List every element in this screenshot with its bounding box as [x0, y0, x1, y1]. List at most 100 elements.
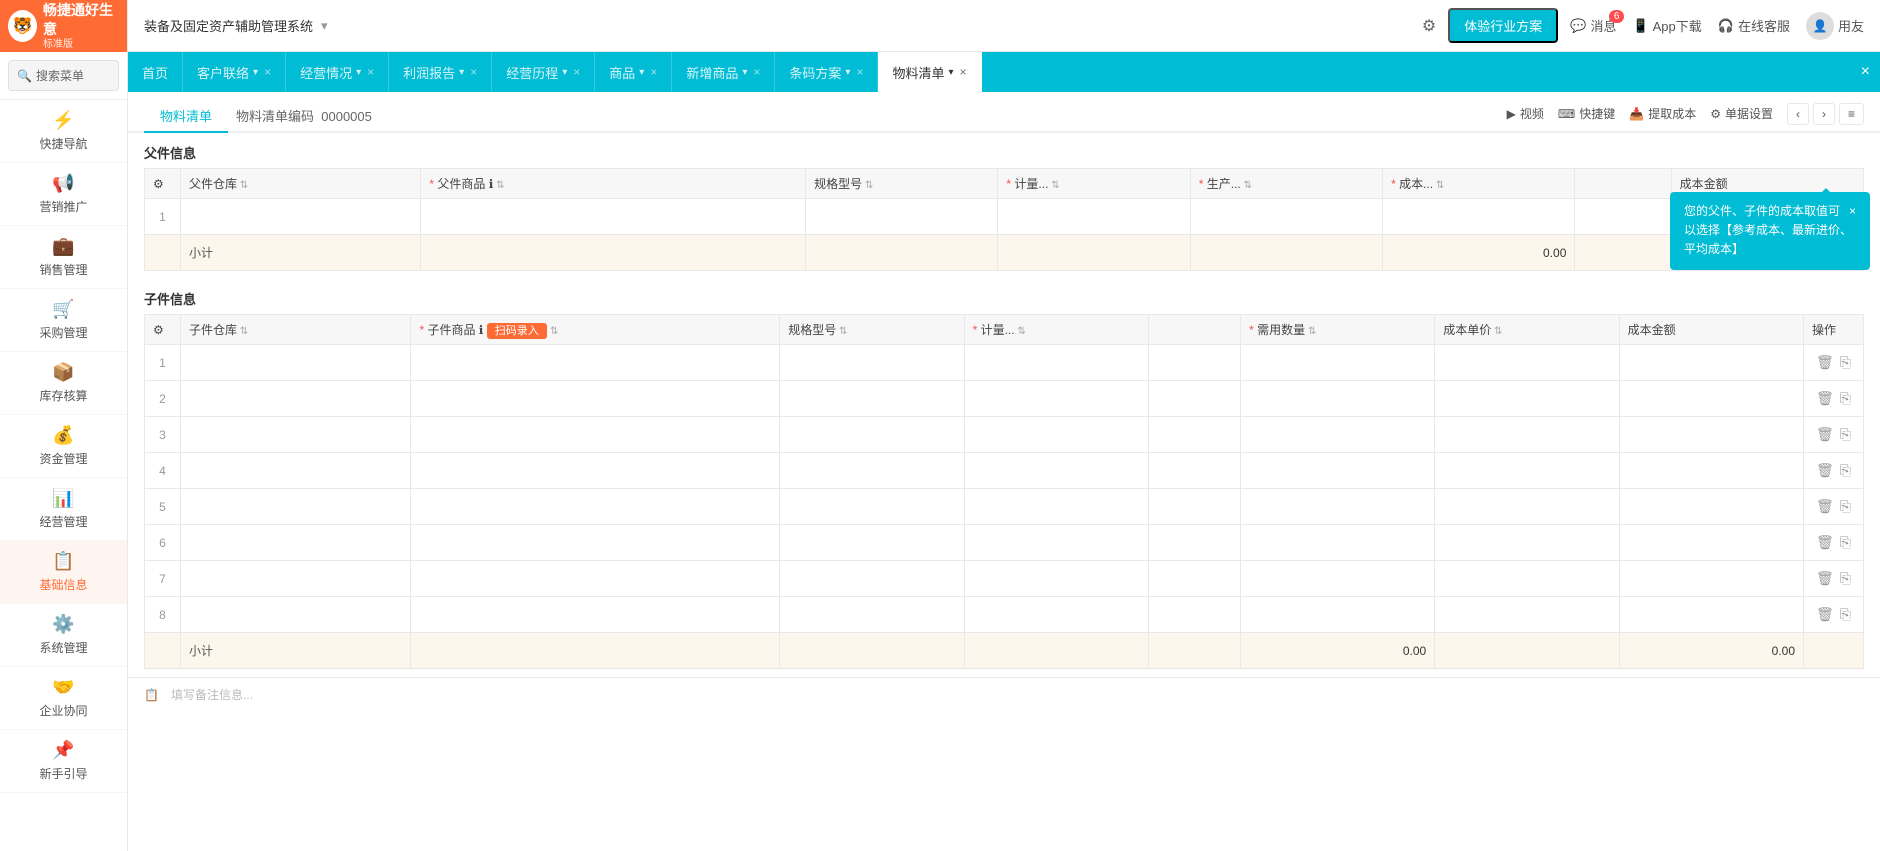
purchase-icon: 🛒: [52, 299, 74, 320]
operations-icon: 📊: [52, 488, 74, 509]
parent-col-spec[interactable]: 规格型号: [806, 169, 998, 199]
child-col-warehouse[interactable]: 子件仓库: [181, 315, 411, 345]
parent-col-prod[interactable]: * 生产...: [1190, 169, 1382, 199]
tab-ops-status[interactable]: 经营情况 ▾ ×: [286, 52, 389, 92]
sidebar-item-label: 采购管理: [39, 324, 87, 341]
sidebar-item-purchase[interactable]: 🛒 采购管理: [0, 289, 127, 352]
tab-profit-close[interactable]: ×: [470, 65, 477, 79]
delete-icon[interactable]: 🗑: [1816, 570, 1834, 587]
copy-icon[interactable]: ⎘: [1840, 570, 1851, 587]
delete-icon[interactable]: 🗑: [1816, 498, 1834, 515]
copy-icon[interactable]: ⎘: [1840, 606, 1851, 623]
parent-row-prod[interactable]: [1190, 199, 1382, 235]
parent-row-warehouse[interactable]: [181, 199, 421, 235]
message-button[interactable]: 💬 消息 6: [1570, 16, 1616, 35]
parent-col-qty[interactable]: * 计量...: [998, 169, 1190, 199]
extract-cost-btn[interactable]: 📥 提取成本: [1629, 105, 1696, 122]
shortcut-label: 快捷键: [1579, 105, 1615, 122]
child-col-qty[interactable]: * 计量...: [964, 315, 1148, 345]
child-row-1-product[interactable]: [411, 345, 780, 381]
parent-row-spec[interactable]: [806, 199, 998, 235]
copy-icon[interactable]: ⎘: [1840, 390, 1851, 407]
delete-icon[interactable]: 🗑: [1816, 426, 1834, 443]
shortcut-btn[interactable]: ⌨ 快捷键: [1558, 105, 1615, 122]
tab-bom-close[interactable]: ×: [960, 65, 967, 79]
delete-icon[interactable]: 🗑: [1816, 354, 1834, 371]
trial-button[interactable]: 体验行业方案: [1448, 8, 1558, 43]
app-download-button[interactable]: 📱 App下载: [1632, 16, 1701, 35]
sidebar-item-operations[interactable]: 📊 经营管理: [0, 478, 127, 541]
copy-icon[interactable]: ⎘: [1840, 354, 1851, 371]
parent-col-cost[interactable]: * 成本...: [1383, 169, 1575, 199]
child-col-need-qty[interactable]: * 需用数量: [1241, 315, 1435, 345]
single-settings-btn[interactable]: ⚙ 单据设置: [1710, 105, 1773, 122]
sidebar-search[interactable]: 🔍 搜索菜单: [0, 52, 127, 100]
sidebar-item-quick-nav[interactable]: ⚡ 快捷导航: [0, 100, 127, 163]
sidebar-item-enterprise[interactable]: 🤝 企业协同: [0, 667, 127, 730]
delete-icon[interactable]: 🗑: [1816, 606, 1834, 623]
child-col-unit-cost[interactable]: 成本单价: [1435, 315, 1619, 345]
tab-customer-close[interactable]: ×: [264, 65, 271, 79]
parent-section-title: 父件信息: [144, 133, 1864, 168]
parent-col-warehouse[interactable]: 父件仓库: [181, 169, 421, 199]
tab-barcode-close[interactable]: ×: [856, 65, 863, 79]
list-view-btn[interactable]: ≡: [1839, 103, 1864, 125]
child-row-1-warehouse[interactable]: [181, 345, 411, 381]
scan-input-btn[interactable]: 扫码录入: [487, 323, 547, 339]
tab-new-goods-label: 新增商品: [686, 63, 738, 82]
sidebar-item-marketing[interactable]: 📢 营销推广: [0, 163, 127, 226]
tab-ops-status-arrow: ▾: [356, 67, 361, 78]
child-row-1-unit-cost[interactable]: [1435, 345, 1619, 381]
sidebar-item-label: 营销推广: [39, 198, 87, 215]
tab-profit[interactable]: 利润报告 ▾ ×: [389, 52, 492, 92]
tab-new-goods[interactable]: 新增商品 ▾ ×: [672, 52, 775, 92]
tab-bom[interactable]: 物料清单 ▾ ×: [878, 52, 981, 92]
tooltip-close-btn[interactable]: ×: [1849, 202, 1856, 221]
tab-history[interactable]: 经营历程 ▾ ×: [492, 52, 595, 92]
tab-goods[interactable]: 商品 ▾ ×: [595, 52, 672, 92]
child-col-product[interactable]: * 子件商品 ℹ 扫码录入: [411, 315, 780, 345]
parent-row-qty[interactable]: [998, 199, 1190, 235]
bottom-note-hint[interactable]: 填写备注信息...: [171, 686, 253, 703]
delete-icon[interactable]: 🗑: [1816, 534, 1834, 551]
copy-icon[interactable]: ⎘: [1840, 462, 1851, 479]
table-row: 2 🗑⎘: [145, 381, 1864, 417]
child-row-1-need-qty[interactable]: [1241, 345, 1435, 381]
sub-tab-bom-list[interactable]: 物料清单: [144, 100, 228, 133]
sidebar-item-finance[interactable]: 💰 资金管理: [0, 415, 127, 478]
tab-barcode[interactable]: 条码方案 ▾ ×: [775, 52, 878, 92]
sidebar-item-system[interactable]: ⚙️ 系统管理: [0, 604, 127, 667]
user-button[interactable]: 👤 用友: [1806, 12, 1864, 40]
sidebar-item-basic[interactable]: 📋 基础信息: [0, 541, 127, 604]
service-button[interactable]: 🎧 在线客服: [1718, 16, 1790, 35]
gear-icon[interactable]: ⚙: [1422, 16, 1436, 36]
dropdown-arrow-icon[interactable]: ▾: [321, 18, 328, 34]
tab-customer[interactable]: 客户联络 ▾ ×: [183, 52, 286, 92]
tab-home[interactable]: 首页: [128, 52, 183, 92]
copy-icon[interactable]: ⎘: [1840, 534, 1851, 551]
parent-row-product[interactable]: [421, 199, 806, 235]
sidebar-item-guide[interactable]: 📌 新手引导: [0, 730, 127, 793]
parent-col-product[interactable]: * 父件商品 ℹ: [421, 169, 806, 199]
tabbar-close-all[interactable]: ×: [1851, 63, 1880, 81]
parent-row-extra: [1575, 199, 1671, 235]
table-row: 6 🗑⎘: [145, 525, 1864, 561]
sidebar-item-inventory[interactable]: 📦 库存核算: [0, 352, 127, 415]
prev-btn[interactable]: ‹: [1787, 103, 1809, 125]
delete-icon[interactable]: 🗑: [1816, 390, 1834, 407]
child-row-1-qty[interactable]: [964, 345, 1148, 381]
tab-ops-status-close[interactable]: ×: [367, 65, 374, 79]
next-btn[interactable]: ›: [1813, 103, 1835, 125]
copy-icon[interactable]: ⎘: [1840, 426, 1851, 443]
child-col-spec[interactable]: 规格型号: [780, 315, 964, 345]
video-btn[interactable]: ▶ 视频: [1507, 105, 1544, 122]
tab-goods-close[interactable]: ×: [650, 65, 657, 79]
parent-row-cost[interactable]: [1383, 199, 1575, 235]
tab-new-goods-close[interactable]: ×: [753, 65, 760, 79]
search-menu-button[interactable]: 🔍 搜索菜单: [8, 60, 119, 91]
tab-history-close[interactable]: ×: [573, 65, 580, 79]
sidebar-item-sales[interactable]: 💼 销售管理: [0, 226, 127, 289]
child-row-1-spec[interactable]: [780, 345, 964, 381]
copy-icon[interactable]: ⎘: [1840, 498, 1851, 515]
delete-icon[interactable]: 🗑: [1816, 462, 1834, 479]
